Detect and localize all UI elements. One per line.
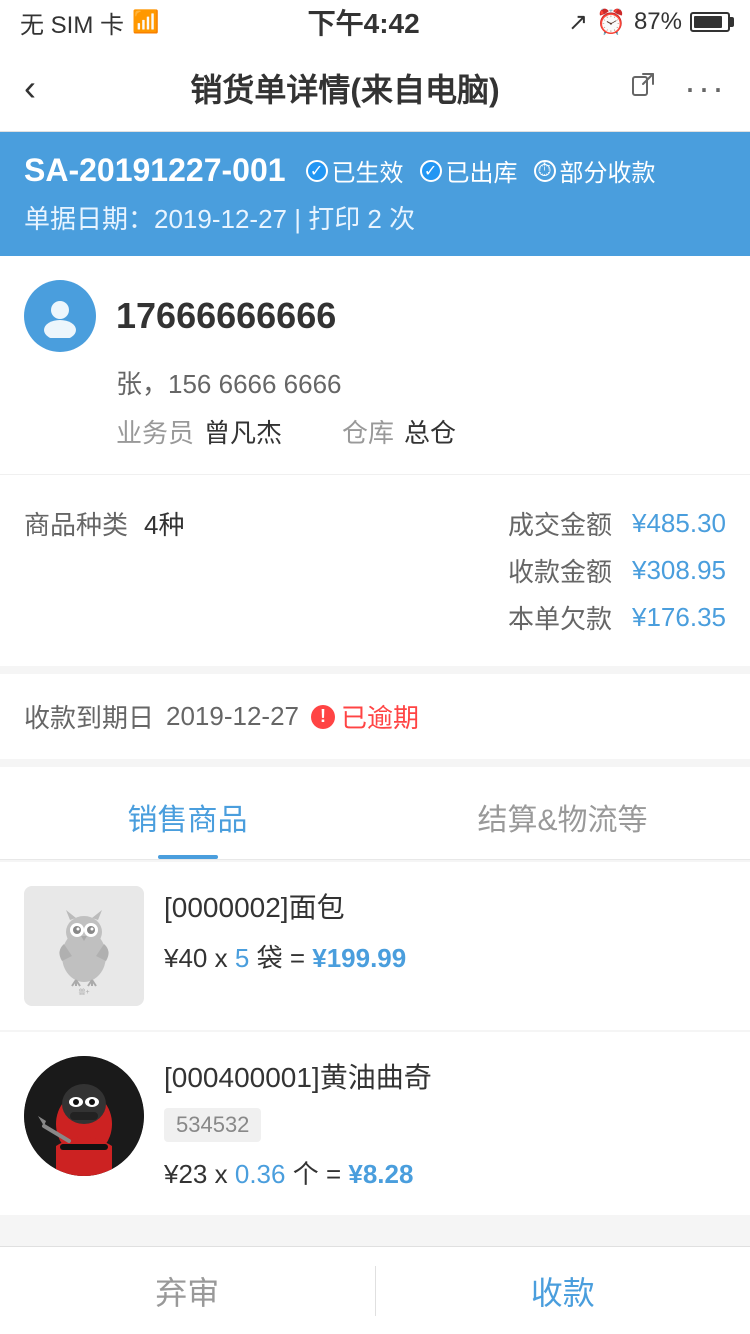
product-qty-1: 5 — [235, 943, 249, 973]
product-total-2: ¥8.28 — [348, 1159, 413, 1189]
bottom-bar: 弃审 收款 — [0, 1246, 750, 1334]
warehouse-value: 总仓 — [404, 413, 456, 450]
deal-label: 成交金额 — [508, 505, 612, 542]
order-header-row1: SA-20191227-001 ✓ 已生效 ✓ 已出库 ⏱ 部分收款 — [24, 152, 726, 189]
product-info-2: [000400001]黄油曲奇 534532 ¥23 x 0.36 个 = ¥8… — [164, 1056, 726, 1191]
wifi-icon: 📶 — [132, 9, 159, 35]
sales-rep: 业务员 曾凡杰 — [116, 413, 282, 450]
product-sku-2: 534532 — [164, 1108, 261, 1142]
product-price-2: ¥23 x 0.36 个 = ¥8.28 — [164, 1154, 726, 1191]
received-label: 收款金额 — [508, 552, 612, 589]
product-image-2 — [24, 1056, 144, 1176]
summary-section: 商品种类 4种 成交金额 ¥485.30 收款金额 ¥308.95 本单欠款 ¥… — [0, 475, 750, 674]
status-tags: ✓ 已生效 ✓ 已出库 ⏱ 部分收款 — [306, 153, 656, 188]
nav-bar: ‹ 销货单详情(来自电脑) ··· — [0, 44, 750, 132]
sales-rep-value: 曾凡杰 — [204, 413, 282, 450]
overdue-text: 已逾期 — [341, 698, 419, 735]
carrier-text: 无 SIM 卡 — [20, 5, 124, 40]
product-item: 兽+ [0000002]面包 ¥40 x 5 袋 = ¥199.99 — [0, 862, 750, 1030]
customer-section: 17666666666 张，156 6666 6666 业务员 曾凡杰 仓库 总… — [0, 256, 750, 475]
product-name-1: [0000002]面包 — [164, 886, 726, 926]
location-icon: ↗ — [568, 8, 588, 37]
svg-text:兽+: 兽+ — [78, 987, 89, 996]
summary-right: 成交金额 ¥485.30 收款金额 ¥308.95 本单欠款 ¥176.35 — [508, 505, 726, 636]
product-qty-2: 0.36 — [235, 1159, 286, 1189]
tabs-section: 销售商品 结算&物流等 — [0, 767, 750, 860]
status-partial: ⏱ 部分收款 — [534, 153, 656, 188]
confirm-button[interactable]: 收款 — [376, 1247, 750, 1334]
due-date-value: 2019-12-27 — [166, 701, 299, 732]
summary-left: 商品种类 4种 — [24, 505, 184, 542]
category-label: 商品种类 — [24, 505, 128, 542]
debt-amount: ¥176.35 — [632, 602, 726, 633]
share-icon[interactable] — [630, 69, 660, 107]
due-date-label: 收款到期日 — [24, 698, 154, 735]
cancel-button[interactable]: 弃审 — [0, 1247, 375, 1334]
deal-amount: ¥485.30 — [632, 508, 726, 539]
battery-icon — [690, 12, 730, 32]
customer-meta: 业务员 曾凡杰 仓库 总仓 — [24, 413, 726, 450]
debt-amount-row: 本单欠款 ¥176.35 — [508, 599, 726, 636]
page-title: 销货单详情(来自电脑) — [84, 65, 606, 111]
customer-name-phone: 张，156 6666 6666 — [24, 364, 726, 401]
received-amount-row: 收款金额 ¥308.95 — [508, 552, 726, 589]
check-icon-active: ✓ — [306, 160, 328, 182]
status-time: 下午4:42 — [308, 2, 420, 42]
tab-billing[interactable]: 结算&物流等 — [375, 767, 750, 859]
status-active: ✓ 已生效 — [306, 153, 404, 188]
overdue-badge: ! 已逾期 — [311, 698, 419, 735]
product-total-1: ¥199.99 — [312, 943, 406, 973]
back-button[interactable]: ‹ — [24, 67, 84, 109]
product-price-1: ¥40 x 5 袋 = ¥199.99 — [164, 938, 726, 975]
received-amount: ¥308.95 — [632, 555, 726, 586]
customer-phone: 17666666666 — [116, 295, 336, 337]
status-shipped: ✓ 已出库 — [420, 153, 518, 188]
category-value: 4种 — [144, 505, 184, 542]
debt-label: 本单欠款 — [508, 599, 612, 636]
status-bar: 无 SIM 卡 📶 下午4:42 ↗ ⏰ 87% — [0, 0, 750, 44]
more-icon[interactable]: ··· — [684, 67, 726, 109]
order-id: SA-20191227-001 — [24, 152, 286, 189]
product-image-1: 兽+ — [24, 886, 144, 1006]
order-date: 单据日期：2019-12-27 | 打印 2 次 — [24, 199, 726, 236]
order-header: SA-20191227-001 ✓ 已生效 ✓ 已出库 ⏱ 部分收款 单据日期：… — [0, 132, 750, 256]
deal-amount-row: 成交金额 ¥485.30 — [508, 505, 726, 542]
sales-rep-label: 业务员 — [116, 413, 194, 450]
tabs-row: 销售商品 结算&物流等 — [0, 767, 750, 859]
customer-top: 17666666666 — [24, 280, 726, 352]
product-item: [000400001]黄油曲奇 534532 ¥23 x 0.36 个 = ¥8… — [0, 1032, 750, 1215]
product-info-1: [0000002]面包 ¥40 x 5 袋 = ¥199.99 — [164, 886, 726, 975]
warehouse-label: 仓库 — [342, 413, 394, 450]
nav-actions: ··· — [606, 67, 726, 109]
alarm-icon: ⏰ — [596, 8, 626, 37]
avatar — [24, 280, 96, 352]
check-icon-shipped: ✓ — [420, 160, 442, 182]
overdue-icon: ! — [311, 705, 335, 729]
battery-text: 87% — [634, 8, 682, 36]
tab-sales-products[interactable]: 销售商品 — [0, 767, 375, 859]
product-name-2: [000400001]黄油曲奇 — [164, 1056, 726, 1096]
status-left: 无 SIM 卡 📶 — [20, 5, 159, 40]
warehouse: 仓库 总仓 — [342, 413, 456, 450]
status-right: ↗ ⏰ 87% — [568, 8, 730, 37]
clock-icon: ⏱ — [534, 160, 556, 182]
category-row: 商品种类 4种 — [24, 505, 184, 542]
due-date-section: 收款到期日 2019-12-27 ! 已逾期 — [0, 674, 750, 767]
